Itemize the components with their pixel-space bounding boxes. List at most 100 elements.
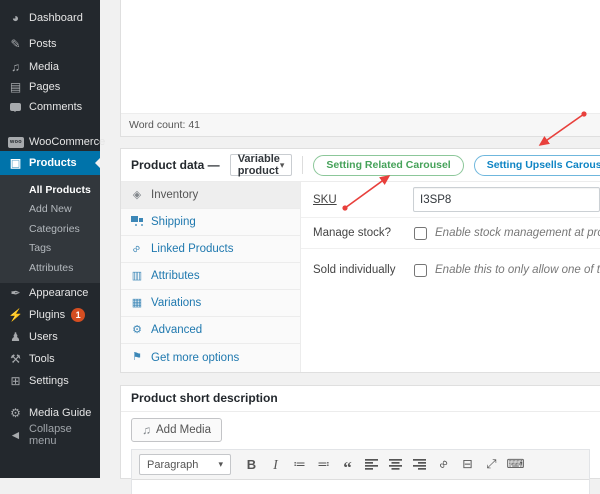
align-right-button[interactable] xyxy=(409,454,430,475)
sidebar-item-label: Users xyxy=(29,331,58,343)
sidebar-item-users[interactable]: ♟ Users xyxy=(0,326,100,348)
tab-inventory[interactable]: ◈ Inventory xyxy=(121,182,300,209)
sku-input[interactable] xyxy=(413,187,600,212)
gear-icon: ⚙ xyxy=(132,323,142,336)
admin-sidebar: ◕ Dashboard ✎ Posts ♫ Media ▤ Pages Comm… xyxy=(0,0,105,478)
sidebar-item-label: Dashboard xyxy=(29,12,83,24)
sidebar-item-appearance[interactable]: ✒ Appearance xyxy=(0,282,100,304)
tab-label: Inventory xyxy=(151,189,199,201)
align-center-icon xyxy=(389,459,402,470)
sidebar-item-label: Posts xyxy=(29,38,57,50)
blockquote-button[interactable]: “ xyxy=(337,451,358,478)
submenu-item-all-products[interactable]: All Products xyxy=(0,180,100,200)
sidebar-item-label: Comments xyxy=(29,101,83,113)
sidebar-item-woocommerce[interactable]: woo WooCommerce xyxy=(0,131,105,153)
tab-label: Advanced xyxy=(151,324,203,336)
align-center-button[interactable] xyxy=(385,454,406,475)
users-icon: ♟ xyxy=(10,330,21,344)
sidebar-item-tools[interactable]: ⚒ Tools xyxy=(0,348,100,370)
bullet-list-button[interactable]: ≔ xyxy=(289,454,310,475)
plugins-update-badge: 1 xyxy=(71,308,86,322)
add-media-icon: ♫ xyxy=(142,423,151,437)
sidebar-item-pages[interactable]: ▤ Pages xyxy=(0,76,100,98)
add-media-label: Add Media xyxy=(156,424,211,436)
products-icon: ▣ xyxy=(9,156,22,170)
align-left-button[interactable] xyxy=(361,454,382,475)
paragraph-format-value: Paragraph xyxy=(147,458,199,471)
short-description-textarea[interactable] xyxy=(132,480,589,494)
variations-grid-icon: ▦ xyxy=(131,296,143,309)
header-divider xyxy=(302,156,304,174)
posts-icon: ✎ xyxy=(10,37,21,51)
sidebar-item-label: Plugins xyxy=(29,309,66,321)
rocket-icon: ⚑ xyxy=(132,351,142,363)
sidebar-item-label: Appearance xyxy=(29,287,89,299)
pages-icon: ▤ xyxy=(9,80,22,94)
inventory-fields: SKU Manage stock? Enable stock managemen… xyxy=(301,182,600,372)
tab-attributes[interactable]: ▥ Attributes xyxy=(121,263,300,290)
word-count-bar: Word count: 41 xyxy=(121,113,600,136)
chevron-down-icon: ▾ xyxy=(218,459,223,469)
insert-link-button[interactable]: ∞ xyxy=(433,454,454,475)
manage-stock-row: Manage stock? Enable stock management at… xyxy=(301,218,600,249)
submenu-item-tags[interactable]: Tags xyxy=(0,239,100,259)
inventory-tag-icon: ◈ xyxy=(132,188,142,201)
products-submenu: All Products Add New Categories Tags Att… xyxy=(0,175,100,283)
read-more-tag-button[interactable]: ⊟ xyxy=(457,454,478,475)
manage-stock-checkbox[interactable] xyxy=(414,226,427,240)
attributes-card-icon: ▥ xyxy=(131,269,143,282)
tab-shipping[interactable]: Shipping xyxy=(121,209,300,236)
bold-button[interactable]: B xyxy=(241,454,262,475)
chain-link-icon: ∞ xyxy=(129,241,144,256)
numbered-list-button[interactable]: ≕ xyxy=(313,454,334,475)
sidebar-item-posts[interactable]: ✎ Posts xyxy=(0,33,100,55)
manage-stock-label: Manage stock? xyxy=(313,227,391,239)
post-content-editor[interactable]: Word count: 41 xyxy=(120,0,600,137)
sidebar-item-media-guide[interactable]: ⚙ Media Guide xyxy=(0,402,100,424)
submenu-item-attributes[interactable]: Attributes xyxy=(0,258,100,278)
sidebar-item-settings[interactable]: ⊞ Settings xyxy=(0,370,100,392)
sold-individually-description: Enable this to only allow one of this it… xyxy=(435,264,600,276)
tab-get-more-options[interactable]: ⚑ Get more options xyxy=(121,344,300,371)
tab-variations[interactable]: ▦ Variations xyxy=(121,290,300,317)
media-icon: ♫ xyxy=(11,60,20,74)
truck-icon xyxy=(130,216,144,228)
settings-icon: ⊞ xyxy=(10,374,21,388)
align-right-icon xyxy=(413,459,426,470)
sidebar-item-comments[interactable]: Comments xyxy=(0,96,100,118)
product-data-header: Product data — Variable product ▾ Settin… xyxy=(121,149,600,182)
sidebar-item-collapse-menu[interactable]: ◄ Collapse menu xyxy=(0,423,100,447)
sidebar-item-label: Settings xyxy=(29,375,69,387)
sidebar-item-label: Tools xyxy=(29,353,55,365)
tab-linked-products[interactable]: ∞ Linked Products xyxy=(121,236,300,263)
paragraph-format-select[interactable]: Paragraph ▾ xyxy=(139,454,231,475)
sold-individually-checkbox[interactable] xyxy=(414,263,427,277)
tinymce-editor: Paragraph ▾ B I ≔ ≕ “ ∞ ⊟ ⤢ ⌨ xyxy=(131,449,590,494)
woocommerce-icon: woo xyxy=(8,136,24,148)
sidebar-item-dashboard[interactable]: ◕ Dashboard xyxy=(0,7,100,29)
sold-individually-label: Sold individually xyxy=(313,264,396,276)
italic-button[interactable]: I xyxy=(265,454,286,475)
submenu-item-add-new[interactable]: Add New xyxy=(0,200,100,220)
toolbar-toggle-button[interactable]: ⌨ xyxy=(505,454,526,475)
tab-label: Linked Products xyxy=(151,243,234,255)
tab-label: Attributes xyxy=(151,270,200,282)
tab-label: Get more options xyxy=(151,351,240,364)
sidebar-item-label: Media Guide xyxy=(29,407,92,419)
product-type-select[interactable]: Variable product ▾ xyxy=(229,153,293,177)
sidebar-item-products[interactable]: ▣ Products xyxy=(0,151,100,175)
tab-label: Variations xyxy=(151,297,202,309)
sidebar-item-label: Products xyxy=(29,157,77,169)
fullscreen-button[interactable]: ⤢ xyxy=(481,454,502,475)
sidebar-item-media[interactable]: ♫ Media xyxy=(0,56,100,78)
setting-related-carousel-button[interactable]: Setting Related Carousel xyxy=(313,154,464,176)
sidebar-item-plugins[interactable]: ⚡ Plugins 1 xyxy=(0,304,100,326)
sku-row: SKU xyxy=(301,182,600,218)
short-description-title: Product short description xyxy=(121,386,600,412)
add-media-button[interactable]: ♫ Add Media xyxy=(131,418,222,442)
plugins-icon: ⚡ xyxy=(8,308,23,322)
submenu-item-categories[interactable]: Categories xyxy=(0,219,100,239)
setting-upsells-carousel-button[interactable]: Setting Upsells Carousel xyxy=(473,154,600,176)
sidebar-item-label: Collapse menu xyxy=(29,423,72,447)
tab-advanced[interactable]: ⚙ Advanced xyxy=(121,317,300,344)
